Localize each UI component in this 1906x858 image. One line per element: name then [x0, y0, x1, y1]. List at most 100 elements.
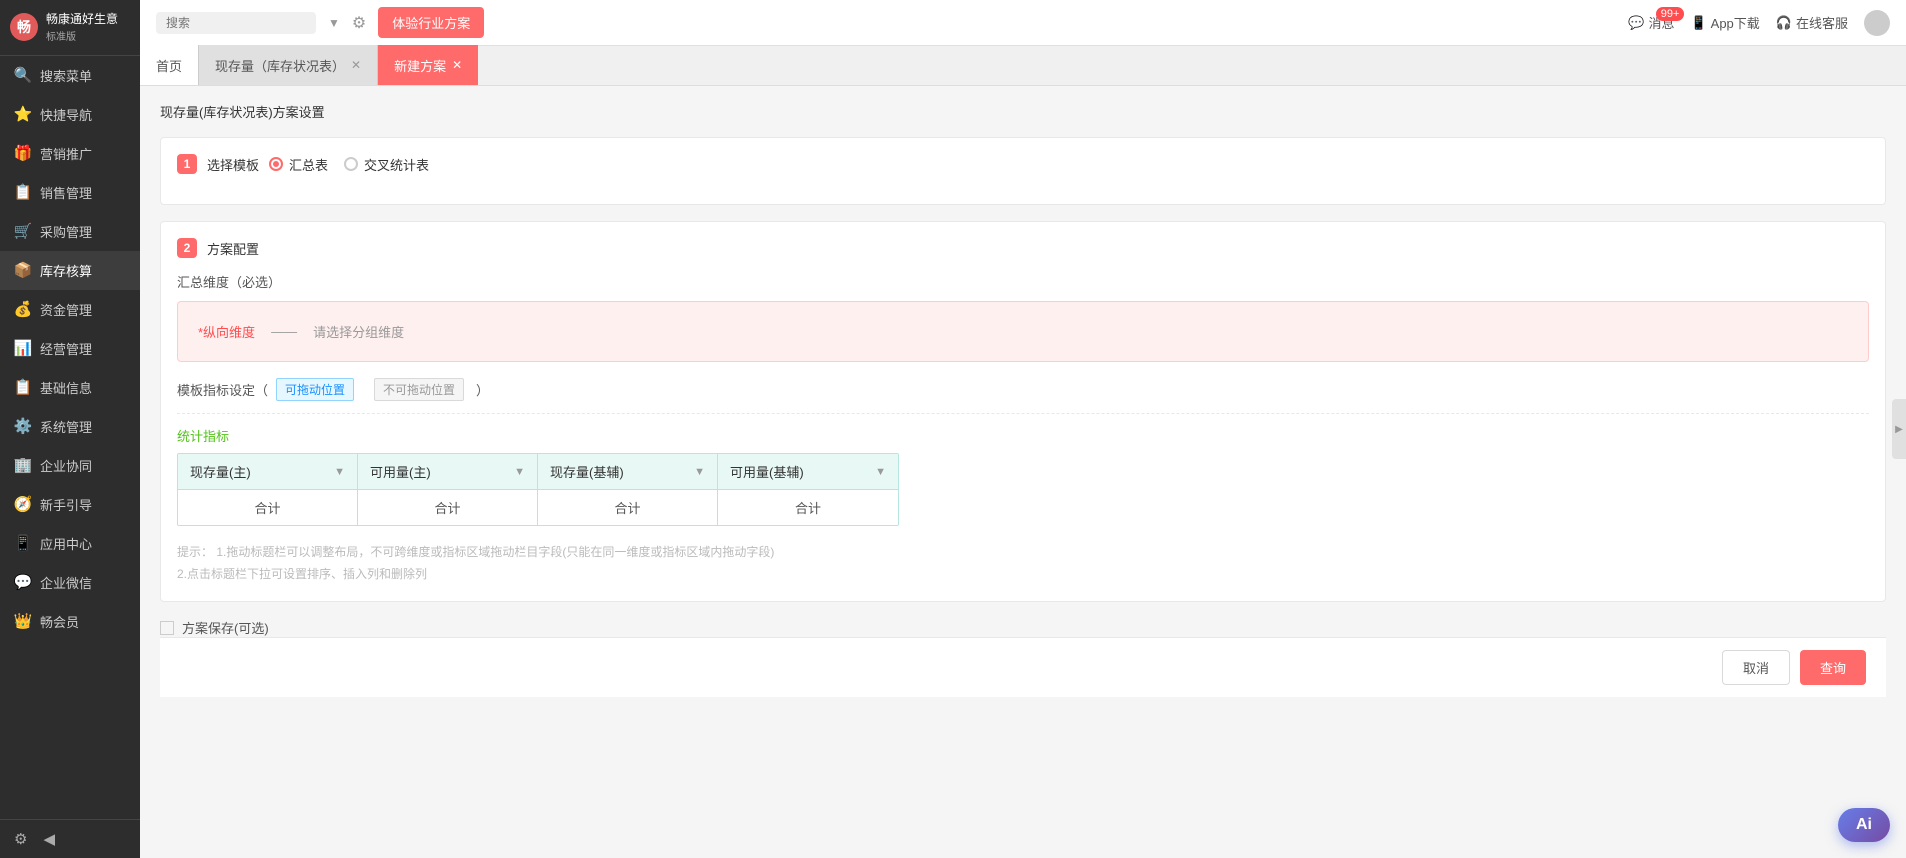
right-scroll-btn[interactable]: ▶ [1892, 399, 1906, 459]
indicator-label-row: 模板指标设定（ 可拖动位置 不可拖动位置 ） [177, 378, 1869, 401]
tab-new-scheme[interactable]: 新建方案 ✕ [378, 45, 478, 85]
app-edition: 标准版 [46, 28, 118, 43]
topbar-gear-icon[interactable]: ⚙ [352, 13, 366, 33]
chart-icon: 📊 [14, 339, 32, 357]
content-area: 现存量(库存状况表)方案设置 1 选择模板 汇总表 交叉统计表 [140, 86, 1906, 858]
section-scheme-config: 2 方案配置 汇总维度（必选） *纵向维度 —— 请选择分组维度 模板指标设定（… [160, 221, 1886, 602]
sidebar-item-label: 基础信息 [40, 378, 92, 397]
sidebar-item-purchase[interactable]: 🛒 采购管理 [0, 212, 140, 251]
dimension-row: *纵向维度 —— 请选择分组维度 [198, 322, 1848, 341]
query-button[interactable]: 查询 [1800, 650, 1866, 685]
tip-2: 2.点击标题栏下拉可设置排序、插入列和删除列 [177, 564, 1869, 586]
dimension-required-label: 汇总维度（必选） [177, 272, 1869, 291]
ai-badge[interactable]: Ai [1838, 808, 1890, 842]
gear-icon: ⚙️ [14, 417, 32, 435]
section1-header: 1 选择模板 汇总表 交叉统计表 [177, 154, 1869, 174]
topbar-user[interactable] [1864, 10, 1890, 36]
gift-icon: 🎁 [14, 144, 32, 162]
col-header-label-1: 可用量(主) [370, 462, 431, 481]
sidebar-item-member[interactable]: 👑 畅会员 [0, 602, 140, 641]
section2-header: 2 方案配置 [177, 238, 1869, 258]
headset-icon: 🎧 [1776, 15, 1792, 31]
col-header-0[interactable]: 现存量(主) ▼ [178, 454, 358, 489]
sidebar-item-app-center[interactable]: 📱 应用中心 [0, 524, 140, 563]
topbar-online-service[interactable]: 🎧 在线客服 [1776, 13, 1848, 32]
tab-new-close-icon[interactable]: ✕ [452, 58, 462, 72]
tab-home[interactable]: 首页 [140, 45, 199, 85]
cell-1: 合计 [358, 489, 538, 525]
sidebar-item-label: 新手引导 [40, 495, 92, 514]
col-header-label-3: 可用量(基辅) [730, 462, 804, 481]
sidebar-item-label: 库存核算 [40, 261, 92, 280]
sidebar-item-label: 营销推广 [40, 144, 92, 163]
sidebar-item-operations[interactable]: 📊 经营管理 [0, 329, 140, 368]
sidebar-item-label: 企业协同 [40, 456, 92, 475]
dimension-divider: —— [271, 324, 297, 339]
dimension-placeholder[interactable]: 请选择分组维度 [313, 322, 404, 341]
building-icon: 🏢 [14, 456, 32, 474]
sidebar-item-basic-info[interactable]: 📋 基础信息 [0, 368, 140, 407]
online-service-label: 在线客服 [1796, 13, 1848, 32]
collapse-icon[interactable]: ◀ [43, 830, 55, 848]
cell-0: 合计 [178, 489, 358, 525]
tab-inventory-close-icon[interactable]: ✕ [351, 58, 361, 72]
app-logo-icon: 畅 [10, 13, 38, 41]
mobile-icon: 📱 [1690, 15, 1706, 31]
radio-cross[interactable]: 交叉统计表 [344, 155, 429, 174]
tab-inventory-status[interactable]: 现存量（库存状况表） ✕ [199, 45, 378, 85]
section-select-template: 1 选择模板 汇总表 交叉统计表 [160, 137, 1886, 205]
sidebar-item-label: 企业微信 [40, 573, 92, 592]
topbar-dropdown-icon[interactable]: ▼ [328, 16, 340, 30]
sidebar-item-wechat[interactable]: 💬 企业微信 [0, 563, 140, 602]
money-icon: 💰 [14, 300, 32, 318]
sidebar-item-enterprise[interactable]: 🏢 企业协同 [0, 446, 140, 485]
topbar: ▼ ⚙ 体验行业方案 💬 消息 99+ 📱 App下载 🎧 在线客服 [140, 0, 1906, 46]
fixed-badge: 不可拖动位置 [374, 378, 464, 401]
topbar-search-input[interactable] [156, 12, 316, 34]
radio-summary[interactable]: 汇总表 [269, 155, 328, 174]
sidebar-item-search-menu[interactable]: 🔍 搜索菜单 [0, 56, 140, 95]
app-name-block: 畅康通好生意 标准版 [46, 12, 118, 43]
radio-summary-label: 汇总表 [289, 155, 328, 174]
sidebar: 畅 畅康通好生意 标准版 🔍 搜索菜单 ⭐ 快捷导航 🎁 营销推广 📋 销售管理… [0, 0, 140, 858]
sidebar-item-label: 经营管理 [40, 339, 92, 358]
sidebar-item-label: 资金管理 [40, 300, 92, 319]
sidebar-item-system[interactable]: ⚙️ 系统管理 [0, 407, 140, 446]
settings-icon[interactable]: ⚙ [14, 830, 27, 848]
tabbar: 首页 现存量（库存状况表） ✕ 新建方案 ✕ [140, 46, 1906, 86]
col-header-label-2: 现存量(基辅) [550, 462, 624, 481]
col-header-2[interactable]: 现存量(基辅) ▼ [538, 454, 718, 489]
sidebar-nav: 🔍 搜索菜单 ⭐ 快捷导航 🎁 营销推广 📋 销售管理 🛒 采购管理 📦 库存核… [0, 56, 140, 819]
sidebar-item-quick-nav[interactable]: ⭐ 快捷导航 [0, 95, 140, 134]
stats-table-body: 合计 合计 合计 合计 [178, 489, 898, 525]
save-option-label: 方案保存(可选) [182, 618, 269, 637]
col-header-3[interactable]: 可用量(基辅) ▼ [718, 454, 898, 489]
radio-cross-label: 交叉统计表 [364, 155, 429, 174]
trial-btn[interactable]: 体验行业方案 [378, 7, 484, 38]
col-header-1[interactable]: 可用量(主) ▼ [358, 454, 538, 489]
save-option: 方案保存(可选) [160, 618, 1886, 637]
dimension-box: *纵向维度 —— 请选择分组维度 [177, 301, 1869, 362]
message-badge: 99+ [1656, 7, 1685, 21]
topbar-right: 💬 消息 99+ 📱 App下载 🎧 在线客服 [1628, 10, 1890, 36]
cart-icon: 🛒 [14, 222, 32, 240]
topbar-app-download[interactable]: 📱 App下载 [1690, 13, 1759, 32]
sidebar-item-sales[interactable]: 📋 销售管理 [0, 173, 140, 212]
radio-cross-circle [344, 157, 358, 171]
sidebar-item-finance[interactable]: 💰 资金管理 [0, 290, 140, 329]
sidebar-item-label: 快捷导航 [40, 105, 92, 124]
info-icon: 📋 [14, 378, 32, 396]
topbar-message[interactable]: 💬 消息 99+ [1628, 13, 1674, 32]
sidebar-item-label: 采购管理 [40, 222, 92, 241]
sidebar-item-new-guide[interactable]: 🧭 新手引导 [0, 485, 140, 524]
sidebar-item-marketing[interactable]: 🎁 营销推广 [0, 134, 140, 173]
tab-new-label: 新建方案 [394, 56, 446, 75]
avatar [1864, 10, 1890, 36]
save-checkbox[interactable] [160, 621, 174, 635]
tips-section: 提示： 1.拖动标题栏可以调整布局，不可跨维度或指标区域拖动栏目字段(只能在同一… [177, 542, 1869, 585]
indicator-prefix: 模板指标设定（ [177, 380, 268, 399]
cancel-button[interactable]: 取消 [1722, 650, 1790, 685]
sidebar-item-inventory[interactable]: 📦 库存核算 [0, 251, 140, 290]
col-chevron-2: ▼ [694, 466, 705, 478]
footer-bar: 取消 查询 [160, 637, 1886, 697]
